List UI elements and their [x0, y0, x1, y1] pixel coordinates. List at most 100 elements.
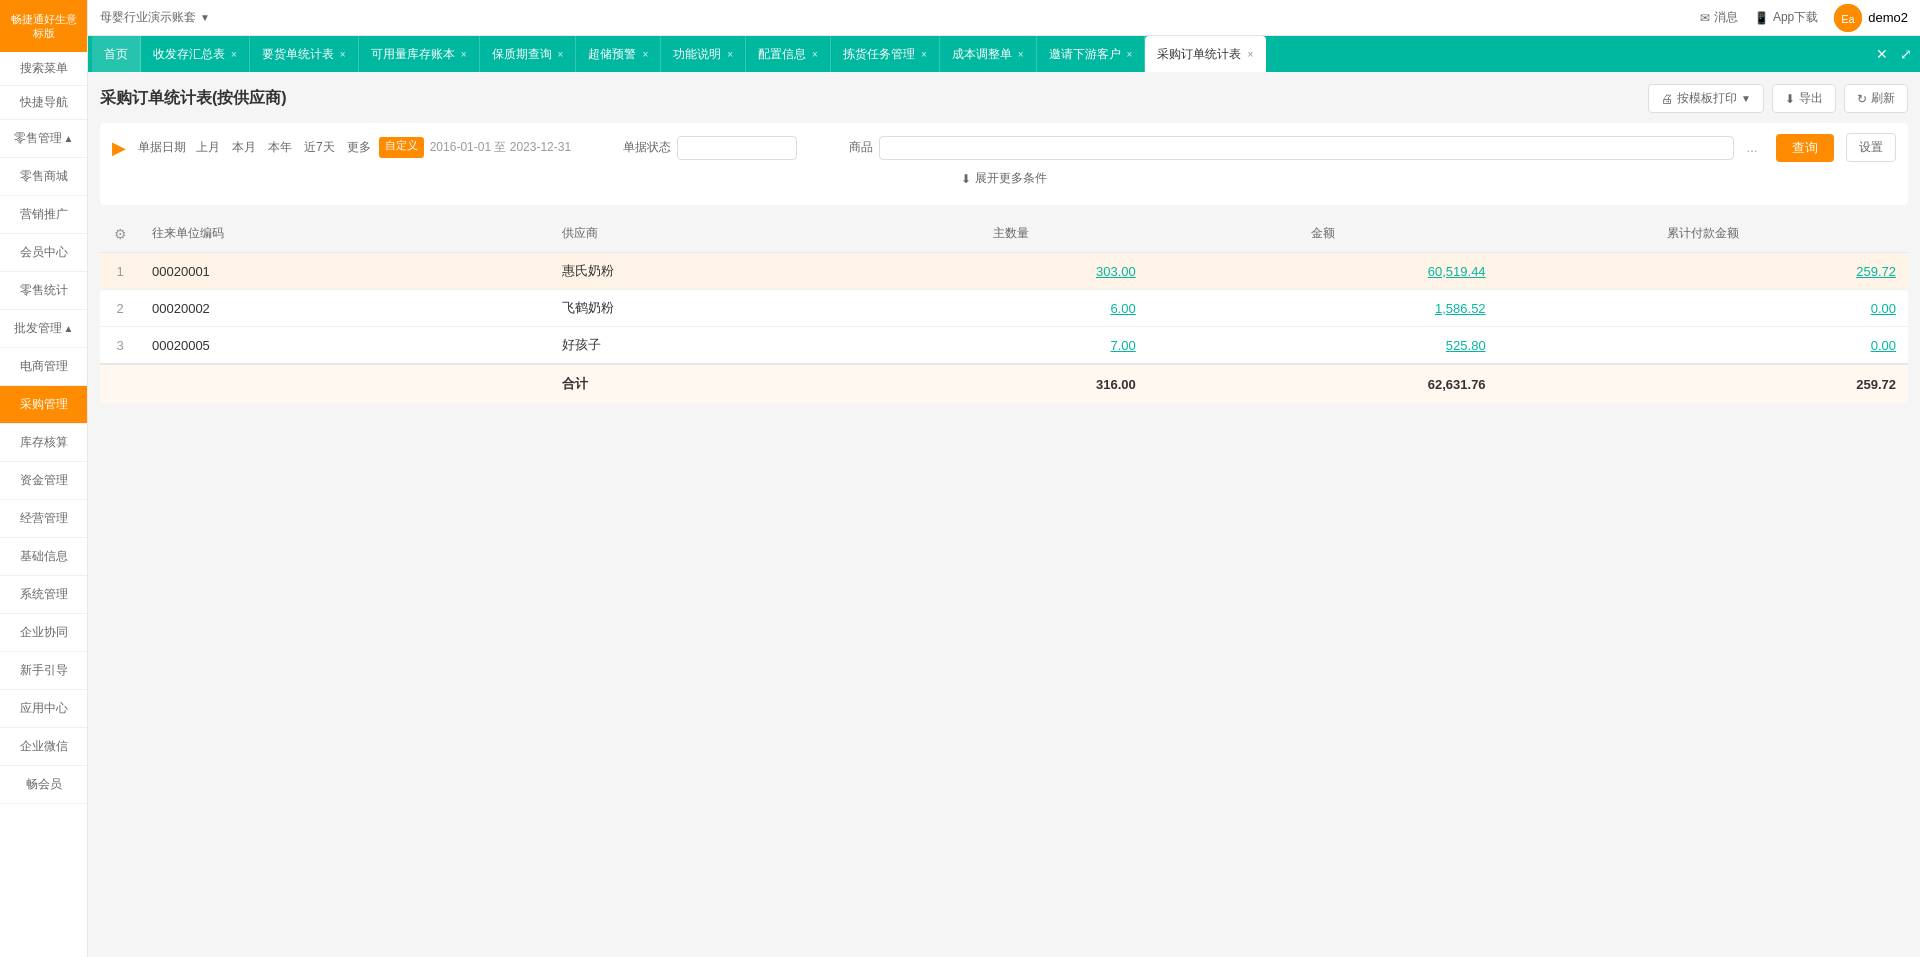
row-code: 00020002	[140, 290, 550, 327]
shortcut-more[interactable]: 更多	[343, 137, 375, 158]
tab-close-chaochuyujing[interactable]: ×	[642, 49, 648, 60]
tab-chengben[interactable]: 成本调整单 ×	[940, 36, 1037, 72]
sidebar-item-newguide[interactable]: 新手引导	[0, 652, 87, 690]
date-shortcuts: 上月 本月 本年 近7天 更多 自定义	[192, 137, 424, 158]
filter-row-1: ▶ 单据日期 上月 本月 本年 近7天 更多 自定义 2016-01-01 至 …	[112, 133, 1896, 162]
goods-more-icon[interactable]: …	[1740, 139, 1764, 157]
shortcut-this-year[interactable]: 本年	[264, 137, 296, 158]
sidebar-item-retail-stats[interactable]: 零售统计	[0, 272, 87, 310]
sidebar-item-finance[interactable]: 资金管理	[0, 462, 87, 500]
footer-label: 合计	[550, 364, 875, 403]
tab-peizhi[interactable]: 配置信息 ×	[746, 36, 831, 72]
table-container: ⚙ 往来单位编码 供应商 主数量 金额 累计付款金额 1 00020001 惠氏…	[100, 215, 1908, 403]
col-paid: 累计付款金额	[1498, 215, 1908, 253]
sidebar-item-member2[interactable]: 畅会员	[0, 766, 87, 804]
tab-shoufacun[interactable]: 收发存汇总表 ×	[141, 36, 250, 72]
tab-label-chengben: 成本调整单	[952, 46, 1012, 63]
tab-chaochuyujing[interactable]: 超储预警 ×	[576, 36, 661, 72]
tab-close-peizhi[interactable]: ×	[812, 49, 818, 60]
tab-close-purchase-stats[interactable]: ×	[1247, 49, 1253, 60]
date-filter: 单据日期 上月 本月 本年 近7天 更多 自定义 2016-01-01 至 20…	[138, 137, 571, 158]
row-paid: 0.00	[1498, 327, 1908, 365]
sidebar-item-search[interactable]: 搜索菜单	[0, 52, 87, 86]
tab-close-keyongliang[interactable]: ×	[461, 49, 467, 60]
workspace-dropdown-icon[interactable]: ▼	[200, 12, 210, 23]
message-icon: ✉	[1700, 11, 1710, 25]
sidebar-item-appcenter[interactable]: 应用中心	[0, 690, 87, 728]
shortcut-this-month[interactable]: 本月	[228, 137, 260, 158]
row-supplier: 好孩子	[550, 327, 875, 365]
workspace-selector[interactable]: 母婴行业演示账套 ▼	[100, 9, 1692, 26]
query-button[interactable]: 查询	[1776, 134, 1834, 162]
tab-expand-action[interactable]: ⤢	[1896, 42, 1916, 66]
row-amount: 1,586.52	[1148, 290, 1498, 327]
shortcut-last-month[interactable]: 上月	[192, 137, 224, 158]
sidebar-item-retail-shop[interactable]: 零售商城	[0, 158, 87, 196]
tab-gongneng[interactable]: 功能说明 ×	[661, 36, 746, 72]
sidebar-item-wechat[interactable]: 企业微信	[0, 728, 87, 766]
filter-area: ▶ 单据日期 上月 本月 本年 近7天 更多 自定义 2016-01-01 至 …	[100, 123, 1908, 205]
export-button[interactable]: ⬇ 导出	[1772, 84, 1836, 113]
gear-icon[interactable]: ⚙	[114, 226, 127, 242]
sidebar-item-enterprise[interactable]: 企业协同	[0, 614, 87, 652]
tab-close-jianhuo[interactable]: ×	[921, 49, 927, 60]
settings-button[interactable]: 设置	[1846, 133, 1896, 162]
sidebar-item-wholesale[interactable]: 批发管理 ▲	[0, 310, 87, 348]
tab-jianhuo[interactable]: 拣货任务管理 ×	[831, 36, 940, 72]
goods-filter: 商品 …	[849, 136, 1764, 160]
tab-label-jianhuo: 拣货任务管理	[843, 46, 915, 63]
tab-close-chengben[interactable]: ×	[1018, 49, 1024, 60]
page-actions: 🖨 按模板打印 ▼ ⬇ 导出 ↻ 刷新	[1648, 84, 1908, 113]
tab-close-baozhi[interactable]: ×	[558, 49, 564, 60]
footer-empty-2	[140, 364, 550, 403]
sidebar-item-retail-manage[interactable]: 零售管理 ▲	[0, 120, 87, 158]
tab-close-yaohuo[interactable]: ×	[340, 49, 346, 60]
sidebar-item-basic-info[interactable]: 基础信息	[0, 538, 87, 576]
sidebar-item-member[interactable]: 会员中心	[0, 234, 87, 272]
page-title: 采购订单统计表(按供应商)	[100, 88, 287, 109]
app-download-btn[interactable]: 📱 App下载	[1754, 9, 1818, 26]
tab-baozhi[interactable]: 保质期查询 ×	[480, 36, 577, 72]
topbar: 母婴行业演示账套 ▼ ✉ 消息 📱 App下载 Ea demo2	[88, 0, 1920, 36]
tab-label-peizhi: 配置信息	[758, 46, 806, 63]
row-supplier: 惠氏奶粉	[550, 253, 875, 290]
expand-more-btn[interactable]: ⬇ 展开更多条件	[961, 170, 1047, 187]
avatar: Ea	[1834, 4, 1862, 32]
tab-yaoqing[interactable]: 邀请下游客户 ×	[1037, 36, 1146, 72]
status-filter: 单据状态	[623, 136, 797, 160]
goods-label: 商品	[849, 139, 873, 156]
sidebar-item-purchase[interactable]: 采购管理	[0, 386, 87, 424]
tab-close-yaoqing[interactable]: ×	[1127, 49, 1133, 60]
shortcut-7days[interactable]: 近7天	[300, 137, 339, 158]
export-icon: ⬇	[1785, 92, 1795, 106]
row-code: 00020001	[140, 253, 550, 290]
sidebar-item-quicknav[interactable]: 快捷导航	[0, 86, 87, 120]
message-btn[interactable]: ✉ 消息	[1700, 9, 1738, 26]
sidebar-item-operations[interactable]: 经营管理	[0, 500, 87, 538]
tab-close-gongneng[interactable]: ×	[727, 49, 733, 60]
goods-input[interactable]	[879, 136, 1734, 160]
tab-keyongliang[interactable]: 可用量库存账本 ×	[359, 36, 480, 72]
page-content: 采购订单统计表(按供应商) 🖨 按模板打印 ▼ ⬇ 导出 ↻ 刷新	[88, 72, 1920, 957]
row-paid: 259.72	[1498, 253, 1908, 290]
tab-close-shoufacun[interactable]: ×	[231, 49, 237, 60]
tab-close-action[interactable]: ✕	[1872, 42, 1892, 66]
tab-home[interactable]: 首页	[92, 36, 141, 72]
user-menu[interactable]: Ea demo2	[1834, 4, 1908, 32]
sidebar-item-system[interactable]: 系统管理	[0, 576, 87, 614]
filter-toggle-icon[interactable]: ▶	[112, 137, 126, 159]
tab-yaohuo[interactable]: 要货单统计表 ×	[250, 36, 359, 72]
sidebar-item-ecommerce[interactable]: 电商管理	[0, 348, 87, 386]
custom-tag[interactable]: 自定义	[379, 137, 424, 158]
col-code: 往来单位编码	[140, 215, 550, 253]
print-button[interactable]: 🖨 按模板打印 ▼	[1648, 84, 1764, 113]
tab-purchase-stats[interactable]: 采购订单统计表 ×	[1145, 36, 1266, 72]
sidebar-item-inventory[interactable]: 库存核算	[0, 424, 87, 462]
refresh-icon: ↻	[1857, 92, 1867, 106]
refresh-button[interactable]: ↻ 刷新	[1844, 84, 1908, 113]
expand-icon: ⬇	[961, 172, 971, 186]
tab-label-baozhi: 保质期查询	[492, 46, 552, 63]
tab-label-yaoqing: 邀请下游客户	[1049, 46, 1121, 63]
status-select[interactable]	[677, 136, 797, 160]
sidebar-item-marketing[interactable]: 营销推广	[0, 196, 87, 234]
